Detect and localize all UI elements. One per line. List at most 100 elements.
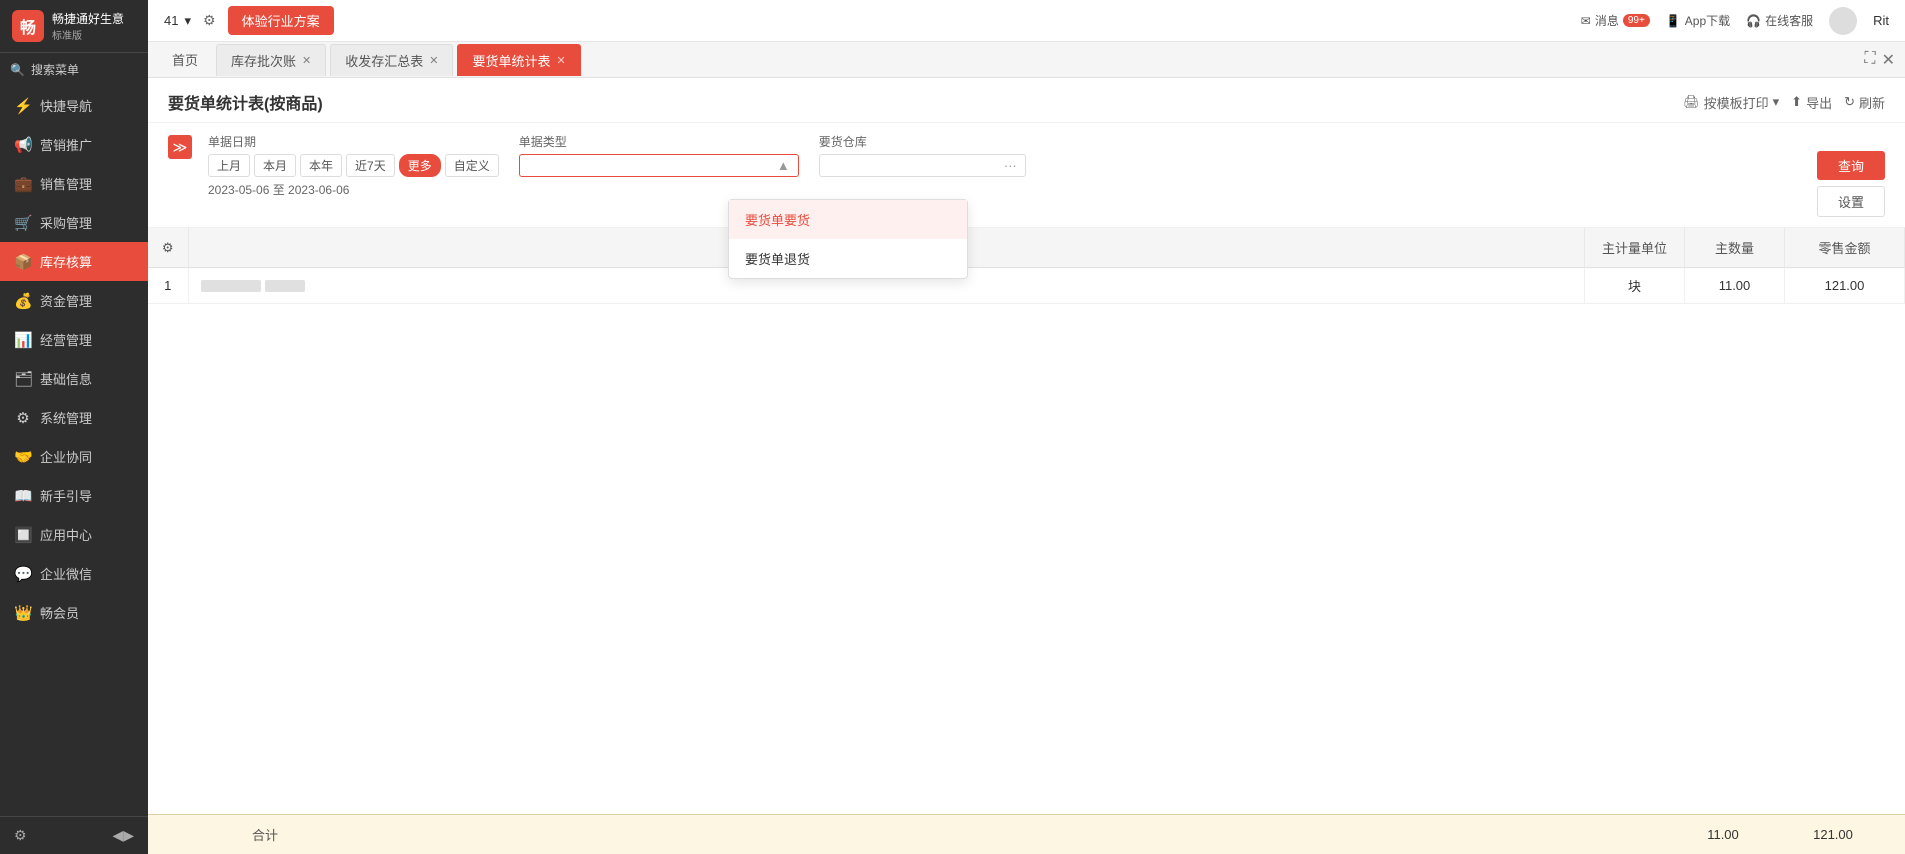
cell-qty-1: 11.00 (1685, 268, 1785, 304)
type-filter-label: 单据类型 (519, 133, 799, 150)
logo-icon: 畅 (12, 10, 44, 42)
collapse-icon[interactable]: ◀▶ (112, 827, 134, 844)
topbar-left: 41 ▾ ⚙ 体验行业方案 (164, 6, 334, 35)
col-header-qty: 主数量 (1685, 228, 1785, 268)
btn-last-7-days[interactable]: 近7天 (346, 154, 395, 177)
search-icon: 🔍 (10, 63, 25, 77)
app-download-button[interactable]: 📱 App下载 (1666, 12, 1730, 29)
sidebar-nav: ⚡ 快捷导航 📢 营销推广 💼 销售管理 🛒 采购管理 📦 库存核算 💰 资金管… (0, 86, 148, 816)
filter-actions: 查询 设置 (1817, 151, 1885, 217)
btn-custom[interactable]: 自定义 (445, 154, 499, 177)
sales-icon: 💼 (14, 175, 32, 193)
warehouse-select-input[interactable] (828, 158, 1004, 173)
settings-footer-icon[interactable]: ⚙ (14, 827, 27, 844)
inventory-icon: 📦 (14, 253, 32, 271)
sidebar-item-inventory[interactable]: 📦 库存核算 (0, 242, 148, 281)
footer-total-label: 合计 (252, 825, 332, 844)
export-icon: ⬆ (1791, 94, 1802, 110)
product-name-placeholder (201, 280, 261, 292)
type-select-row[interactable]: ▲ (519, 154, 799, 177)
tab-home[interactable]: 首页 (158, 44, 212, 75)
dropdown-item-require-order[interactable]: 要货单要货 (729, 200, 967, 239)
col-header-unit: 主计量单位 (1585, 228, 1685, 268)
sidebar-item-operation[interactable]: 📊 经营管理 (0, 320, 148, 359)
content-area: 要货单统计表(按商品) 🖨 按模板打印 ▾ ⬆ 导出 ↻ 刷新 ≫ (148, 78, 1905, 854)
tab-maximize-icon[interactable]: ⛶ (1864, 50, 1875, 70)
refresh-icon: ↻ (1844, 94, 1855, 110)
sidebar-footer: ⚙ ◀▶ (0, 816, 148, 854)
btn-this-year[interactable]: 本年 (300, 154, 342, 177)
refresh-button[interactable]: ↻ 刷新 (1844, 93, 1885, 112)
tab-close-all-icon[interactable]: ✕ (1882, 50, 1895, 70)
settings-button[interactable]: 设置 (1817, 186, 1885, 217)
user-avatar[interactable] (1829, 7, 1857, 35)
messages-button[interactable]: ✉ 消息 99+ (1581, 12, 1650, 29)
more-dots-icon[interactable]: ··· (1004, 158, 1017, 173)
filter-bar: ≫ 单据日期 上月 本月 本年 近7天 更多 自定义 (148, 123, 1905, 228)
operation-icon: 📊 (14, 331, 32, 349)
cell-unit-1: 块 (1585, 268, 1685, 304)
page-title: 要货单统计表(按商品) (168, 90, 323, 114)
company-name: 41 (164, 13, 178, 28)
query-button[interactable]: 查询 (1817, 151, 1885, 180)
topbar-gear-icon[interactable]: ⚙ (203, 12, 216, 29)
sidebar: 畅 畅捷通好生意 标准版 🔍 搜索菜单 ⚡ 快捷导航 📢 营销推广 💼 销售管理… (0, 0, 148, 854)
message-icon: ✉ (1581, 14, 1591, 28)
guide-icon: 📖 (14, 487, 32, 505)
topbar: 41 ▾ ⚙ 体验行业方案 ✉ 消息 99+ 📱 App下载 🎧 在线客服 Ri… (148, 0, 1905, 42)
tab-close-receipt-summary[interactable]: ✕ (429, 54, 438, 67)
sidebar-item-finance[interactable]: 💰 资金管理 (0, 281, 148, 320)
warehouse-filter-group: 要货仓库 ··· (819, 133, 1026, 177)
tabs-controls: ⛶ ✕ (1864, 50, 1895, 70)
company-selector[interactable]: 41 ▾ (164, 13, 191, 29)
footer-qty: 11.00 (1673, 827, 1773, 842)
date-range-display: 2023-05-06 至 2023-06-06 (208, 181, 499, 198)
table-settings-col[interactable]: ⚙ (148, 228, 188, 268)
tab-close-inventory-batch[interactable]: ✕ (302, 54, 311, 67)
export-button[interactable]: ⬆ 导出 (1791, 93, 1832, 112)
filter-toggle-button[interactable]: ≫ (168, 135, 192, 159)
sidebar-item-sales[interactable]: 💼 销售管理 (0, 164, 148, 203)
table-header-row: ⚙ 商品 主计量单位 主数量 零售金额 (148, 228, 1905, 268)
tab-order-stats[interactable]: 要货单统计表 ✕ (457, 44, 580, 76)
sidebar-item-purchase[interactable]: 🛒 采购管理 (0, 203, 148, 242)
sidebar-item-apps[interactable]: 🔲 应用中心 (0, 515, 148, 554)
sidebar-item-member[interactable]: 👑 畅会员 (0, 593, 148, 632)
sidebar-item-marketing[interactable]: 📢 营销推广 (0, 125, 148, 164)
page-actions: 🖨 按模板打印 ▾ ⬆ 导出 ↻ 刷新 (1683, 93, 1885, 112)
sidebar-item-system[interactable]: ⚙ 系统管理 (0, 398, 148, 437)
sidebar-item-cooperation[interactable]: 🤝 企业协同 (0, 437, 148, 476)
type-select-input[interactable] (528, 158, 773, 173)
sidebar-item-guide[interactable]: 📖 新手引导 (0, 476, 148, 515)
chevron-up-icon[interactable]: ▲ (777, 158, 790, 173)
user-name: Rit (1873, 13, 1889, 28)
btn-this-month[interactable]: 本月 (254, 154, 296, 177)
sidebar-item-quick-nav[interactable]: ⚡ 快捷导航 (0, 86, 148, 125)
finance-icon: 💰 (14, 292, 32, 310)
purchase-icon: 🛒 (14, 214, 32, 232)
type-filter-group: 单据类型 ▲ (519, 133, 799, 177)
tab-inventory-batch[interactable]: 库存批次账 ✕ (216, 44, 326, 76)
print-button[interactable]: 🖨 按模板打印 ▾ (1683, 93, 1779, 112)
main-area: 41 ▾ ⚙ 体验行业方案 ✉ 消息 99+ 📱 App下载 🎧 在线客服 Ri… (148, 0, 1905, 854)
topbar-right: ✉ 消息 99+ 📱 App下载 🎧 在线客服 Rit (1581, 7, 1889, 35)
table-footer: 合计 11.00 121.00 (148, 814, 1905, 854)
warehouse-select-row[interactable]: ··· (819, 154, 1026, 177)
type-dropdown: 要货单要货 要货单退货 (728, 199, 968, 279)
print-icon: 🖨 (1683, 94, 1700, 110)
product-code-placeholder (265, 280, 305, 292)
date-filter-group: 单据日期 上月 本月 本年 近7天 更多 自定义 2023-05-06 至 20… (208, 133, 499, 198)
btn-last-month[interactable]: 上月 (208, 154, 250, 177)
quick-nav-icon: ⚡ (14, 97, 32, 115)
sidebar-logo: 畅 畅捷通好生意 标准版 (0, 0, 148, 53)
tab-receipt-summary[interactable]: 收发存汇总表 ✕ (330, 44, 453, 76)
sidebar-item-wechat[interactable]: 💬 企业微信 (0, 554, 148, 593)
tab-close-order-stats[interactable]: ✕ (557, 54, 566, 67)
dropdown-item-return-order[interactable]: 要货单退货 (729, 239, 967, 278)
online-service-button[interactable]: 🎧 在线客服 (1746, 12, 1813, 29)
sidebar-item-basic[interactable]: 🗂 基础信息 (0, 359, 148, 398)
tabs-bar: 首页 库存批次账 ✕ 收发存汇总表 ✕ 要货单统计表 ✕ ⛶ ✕ (148, 42, 1905, 78)
sidebar-search[interactable]: 🔍 搜索菜单 (0, 53, 148, 86)
btn-more[interactable]: 更多 (399, 154, 441, 177)
trial-button[interactable]: 体验行业方案 (228, 6, 334, 35)
